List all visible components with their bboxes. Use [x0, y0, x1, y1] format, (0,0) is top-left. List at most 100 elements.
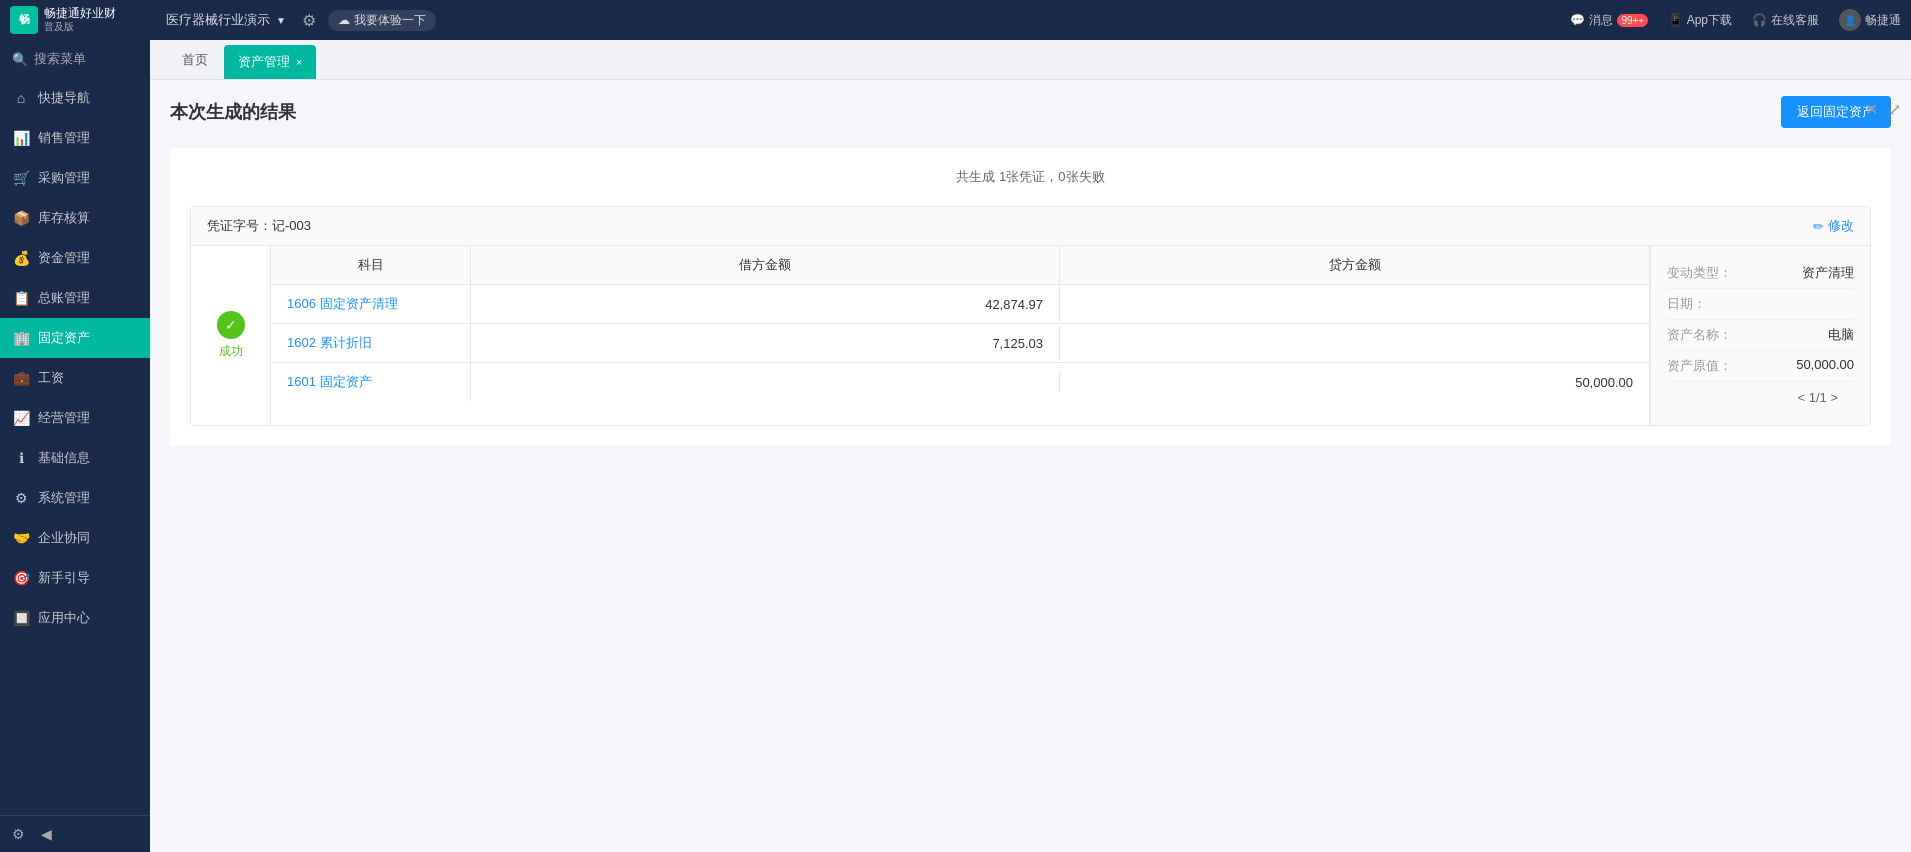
change-type-value: 资产清理 — [1802, 264, 1854, 282]
sidebar-item-quick-nav[interactable]: ⌂ 快捷导航 — [0, 78, 150, 118]
tab-close-icon[interactable]: × — [296, 56, 302, 68]
user-menu[interactable]: 👤 畅捷通 — [1839, 9, 1901, 31]
online-service-button[interactable]: 🎧 在线客服 — [1752, 12, 1819, 29]
page-header: 本次生成的结果 返回固定资产 — [170, 96, 1891, 128]
tab-home-label: 首页 — [182, 52, 208, 67]
original-value-label: 资产原值： — [1667, 357, 1732, 375]
success-label: 成功 — [219, 343, 243, 360]
account-cell-3: 1601 固定资产 — [271, 363, 471, 401]
sidebar-item-app-center[interactable]: 🔲 应用中心 — [0, 598, 150, 638]
voucher-section: 凭证字号：记-003 ✏ 修改 ✓ 成功 — [190, 206, 1871, 426]
feedback-button[interactable]: ☁ 我要体验一下 — [328, 10, 436, 31]
settings-icon[interactable]: ⚙ — [12, 826, 25, 842]
online-service-label: 在线客服 — [1771, 12, 1819, 29]
collapse-icon[interactable]: ◀ — [41, 826, 52, 842]
app-center-icon: 🔲 — [12, 609, 30, 627]
app-download-label: App下载 — [1687, 12, 1732, 29]
asset-name-value: 电脑 — [1828, 326, 1854, 344]
messages-badge: 99++ — [1617, 14, 1647, 27]
company-name: 医疗器械行业演示 — [166, 11, 270, 29]
account-cell-1: 1606 固定资产清理 — [271, 285, 471, 323]
expand-icon[interactable]: ⤢ — [1888, 100, 1901, 119]
side-panel-change-type: 变动类型： 资产清理 — [1667, 258, 1854, 289]
sidebar-item-label: 总账管理 — [38, 289, 90, 307]
voucher-table: ✓ 成功 科目 借方金额 贷方金额 1606 固定资产清理 — [191, 246, 1870, 425]
payroll-icon: 💼 — [12, 369, 30, 387]
table-row: 1606 固定资产清理 42,874.97 — [271, 285, 1649, 324]
sidebar-item-label: 基础信息 — [38, 449, 90, 467]
change-type-label: 变动类型： — [1667, 264, 1732, 282]
sidebar-item-label: 销售管理 — [38, 129, 90, 147]
search-menu[interactable]: 🔍 搜索菜单 — [0, 40, 150, 78]
content-wrapper: 首页 资产管理 × ✕ ⤢ 本次生成的结果 返回固定资产 共生成 1张凭证，0张… — [150, 40, 1911, 852]
sidebar-item-fund[interactable]: 💰 资金管理 — [0, 238, 150, 278]
page-title: 本次生成的结果 — [170, 100, 296, 124]
sidebar-item-label: 固定资产 — [38, 329, 90, 347]
main-layout: 🔍 搜索菜单 ⌂ 快捷导航 📊 销售管理 🛒 采购管理 📦 库存核算 💰 资金管… — [0, 40, 1911, 852]
download-icon: 📱 — [1668, 13, 1683, 27]
result-container: 共生成 1张凭证，0张失败 凭证字号：记-003 ✏ 修改 ✓ 成功 — [170, 148, 1891, 446]
table-header: 科目 借方金额 贷方金额 — [271, 246, 1649, 285]
enterprise-icon: 🤝 — [12, 529, 30, 547]
inventory-icon: 📦 — [12, 209, 30, 227]
col-debit: 借方金额 — [471, 246, 1060, 284]
sidebar-item-enterprise[interactable]: 🤝 企业协同 — [0, 518, 150, 558]
side-panel: 变动类型： 资产清理 日期： 资产名称： 电脑 — [1650, 246, 1870, 425]
page-content: 本次生成的结果 返回固定资产 共生成 1张凭证，0张失败 凭证字号：记-003 … — [150, 80, 1911, 852]
sidebar-item-label: 采购管理 — [38, 169, 90, 187]
messages-label: 消息 — [1589, 12, 1613, 29]
sidebar-item-basic-info[interactable]: ℹ 基础信息 — [0, 438, 150, 478]
service-icon: 🎧 — [1752, 13, 1767, 27]
sidebar-item-ledger[interactable]: 📋 总账管理 — [0, 278, 150, 318]
fixed-assets-icon: 🏢 — [12, 329, 30, 347]
feedback-icon: ☁ — [338, 13, 350, 27]
gear-icon[interactable]: ⚙ — [302, 11, 316, 30]
tab-home[interactable]: 首页 — [166, 43, 224, 79]
fund-icon: 💰 — [12, 249, 30, 267]
col-account: 科目 — [271, 246, 471, 284]
sidebar: 🔍 搜索菜单 ⌂ 快捷导航 📊 销售管理 🛒 采购管理 📦 库存核算 💰 资金管… — [0, 40, 150, 852]
sidebar-item-operation[interactable]: 📈 经营管理 — [0, 398, 150, 438]
close-icon[interactable]: ✕ — [1865, 100, 1878, 119]
sidebar-item-newbie[interactable]: 🎯 新手引导 — [0, 558, 150, 598]
debit-cell-2: 7,125.03 — [471, 326, 1060, 361]
logo-subtitle: 普及版 — [44, 20, 116, 34]
sidebar-item-sales[interactable]: 📊 销售管理 — [0, 118, 150, 158]
sidebar-bottom: ⚙ ◀ — [0, 815, 150, 852]
original-value-value: 50,000.00 — [1796, 357, 1854, 375]
company-selector[interactable]: 医疗器械行业演示 ▼ — [150, 11, 302, 29]
edit-icon: ✏ — [1813, 219, 1824, 234]
sidebar-item-label: 快捷导航 — [38, 89, 90, 107]
sidebar-item-fixed-assets[interactable]: 🏢 固定资产 — [0, 318, 150, 358]
basic-info-icon: ℹ — [12, 449, 30, 467]
messages-button[interactable]: 💬 消息 99++ — [1570, 12, 1647, 29]
app-download-button[interactable]: 📱 App下载 — [1668, 12, 1732, 29]
logo-icon: 畅 — [10, 6, 38, 34]
edit-button[interactable]: ✏ 修改 — [1813, 217, 1854, 235]
sidebar-item-system[interactable]: ⚙ 系统管理 — [0, 478, 150, 518]
sidebar-item-inventory[interactable]: 📦 库存核算 — [0, 198, 150, 238]
tab-asset-management[interactable]: 资产管理 × — [224, 45, 316, 79]
debit-cell-1: 42,874.97 — [471, 287, 1060, 322]
sidebar-item-label: 资金管理 — [38, 249, 90, 267]
sidebar-item-label: 系统管理 — [38, 489, 90, 507]
table-body: 1606 固定资产清理 42,874.97 1602 累计折旧 7,125.03 — [271, 285, 1649, 401]
sidebar-item-payroll[interactable]: 💼 工资 — [0, 358, 150, 398]
edit-label: 修改 — [1828, 217, 1854, 235]
sidebar-item-purchase[interactable]: 🛒 采购管理 — [0, 158, 150, 198]
avatar: 👤 — [1839, 9, 1861, 31]
col-credit: 贷方金额 — [1060, 246, 1649, 284]
sidebar-item-label: 库存核算 — [38, 209, 90, 227]
top-bar: 畅 畅捷通好业财 普及版 医疗器械行业演示 ▼ ⚙ ☁ 我要体验一下 💬 消息 … — [0, 0, 1911, 40]
sidebar-item-label: 企业协同 — [38, 529, 90, 547]
pagination[interactable]: < 1/1 > — [1667, 382, 1854, 413]
modal-controls: ✕ ⤢ — [1865, 100, 1901, 119]
newbie-icon: 🎯 — [12, 569, 30, 587]
search-icon: 🔍 — [12, 52, 28, 67]
side-panel-original-value: 资产原值： 50,000.00 — [1667, 351, 1854, 382]
side-panel-date: 日期： — [1667, 289, 1854, 320]
account-cell-2: 1602 累计折旧 — [271, 324, 471, 362]
voucher-header: 凭证字号：记-003 ✏ 修改 — [191, 207, 1870, 246]
result-summary: 共生成 1张凭证，0张失败 — [190, 168, 1871, 186]
table-main: 科目 借方金额 贷方金额 1606 固定资产清理 42,874.97 — [271, 246, 1650, 425]
